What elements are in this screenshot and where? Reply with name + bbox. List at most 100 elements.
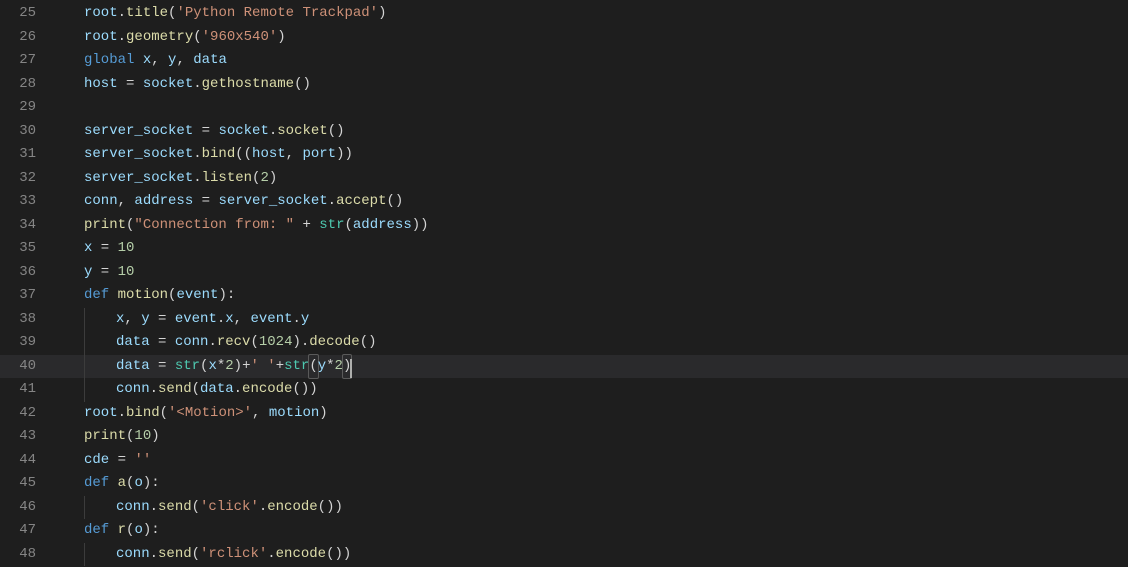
code-line[interactable]: 40data = str(x*2)+' '+str(y*2)	[0, 355, 1128, 379]
code-line[interactable]: 42root.bind('<Motion>', motion)	[0, 402, 1128, 426]
code-token: )+	[234, 355, 251, 379]
code-content[interactable]: conn.send('click'.encode())	[54, 496, 1128, 520]
code-token: ):	[143, 472, 160, 496]
code-content[interactable]: def motion(event):	[54, 284, 1128, 308]
code-line[interactable]: 34print("Connection from: " + str(addres…	[0, 214, 1128, 238]
code-content[interactable]: conn.send(data.encode())	[54, 378, 1128, 402]
code-line[interactable]: 38x, y = event.x, event.y	[0, 308, 1128, 332]
code-content[interactable]: server_socket.bind((host, port))	[54, 143, 1128, 167]
code-token: send	[158, 378, 192, 402]
code-content[interactable]: host = socket.gethostname()	[54, 73, 1128, 97]
code-content[interactable]: server_socket.listen(2)	[54, 167, 1128, 191]
code-token: )	[151, 425, 159, 449]
code-content[interactable]: conn, address = server_socket.accept()	[54, 190, 1128, 214]
code-token: address	[353, 214, 412, 238]
code-token: bind	[126, 402, 160, 426]
code-line[interactable]: 31server_socket.bind((host, port))	[0, 143, 1128, 167]
code-token: 2	[335, 355, 343, 379]
code-line[interactable]: 35x = 10	[0, 237, 1128, 261]
code-token: 'rclick'	[200, 543, 267, 567]
code-token: motion	[269, 402, 319, 426]
code-token: =	[193, 190, 218, 214]
code-line[interactable]: 43print(10)	[0, 425, 1128, 449]
code-token: .	[328, 190, 336, 214]
code-token: conn	[175, 331, 209, 355]
code-line[interactable]: 32server_socket.listen(2)	[0, 167, 1128, 191]
code-token: event	[250, 308, 292, 332]
code-content[interactable]: data = conn.recv(1024).decode()	[54, 331, 1128, 355]
code-token: ,	[286, 143, 303, 167]
code-content[interactable]: conn.send('rclick'.encode())	[54, 543, 1128, 567]
code-token: ()	[387, 190, 404, 214]
code-line[interactable]: 26root.geometry('960x540')	[0, 26, 1128, 50]
code-token: event	[176, 284, 218, 308]
text-cursor	[350, 359, 352, 378]
code-token: port	[302, 143, 336, 167]
code-line[interactable]: 28host = socket.gethostname()	[0, 73, 1128, 97]
code-content[interactable]: y = 10	[54, 261, 1128, 285]
code-line[interactable]: 29	[0, 96, 1128, 120]
code-line[interactable]: 46conn.send('click'.encode())	[0, 496, 1128, 520]
code-token: ''	[134, 449, 151, 473]
code-token: root	[84, 2, 118, 26]
code-content[interactable]: print("Connection from: " + str(address)…	[54, 214, 1128, 238]
line-number: 31	[0, 143, 54, 167]
code-token: (	[126, 214, 134, 238]
line-number: 30	[0, 120, 54, 144]
code-token	[134, 49, 142, 73]
code-content[interactable]: root.title('Python Remote Trackpad')	[54, 2, 1128, 26]
code-token: +	[276, 355, 284, 379]
code-editor[interactable]: 25root.title('Python Remote Trackpad')26…	[0, 0, 1128, 567]
code-line[interactable]: 41conn.send(data.encode())	[0, 378, 1128, 402]
code-line[interactable]: 45def a(o):	[0, 472, 1128, 496]
code-content[interactable]: def r(o):	[54, 519, 1128, 543]
code-content[interactable]: data = str(x*2)+' '+str(y*2)	[54, 355, 1128, 379]
code-line[interactable]: 39data = conn.recv(1024).decode()	[0, 331, 1128, 355]
code-token	[109, 284, 117, 308]
code-token: listen	[202, 167, 252, 191]
code-token: 10	[134, 425, 151, 449]
line-number: 48	[0, 543, 54, 567]
code-content[interactable]: x = 10	[54, 237, 1128, 261]
line-number: 37	[0, 284, 54, 308]
code-line[interactable]: 37def motion(event):	[0, 284, 1128, 308]
code-line[interactable]: 48conn.send('rclick'.encode())	[0, 543, 1128, 567]
code-content[interactable]: x, y = event.x, event.y	[54, 308, 1128, 332]
code-token: (	[126, 425, 134, 449]
code-content[interactable]: def a(o):	[54, 472, 1128, 496]
code-token: ,	[234, 308, 251, 332]
code-token: (	[192, 378, 200, 402]
code-content[interactable]: server_socket = socket.socket()	[54, 120, 1128, 144]
code-content[interactable]: global x, y, data	[54, 49, 1128, 73]
code-token: o	[134, 519, 142, 543]
code-token: encode	[242, 378, 292, 402]
code-token: =	[92, 237, 117, 261]
code-token: .	[259, 496, 267, 520]
indent-guide	[84, 308, 85, 332]
code-content[interactable]: print(10)	[54, 425, 1128, 449]
code-line[interactable]: 36y = 10	[0, 261, 1128, 285]
code-line[interactable]: 30server_socket = socket.socket()	[0, 120, 1128, 144]
code-line[interactable]: 25root.title('Python Remote Trackpad')	[0, 2, 1128, 26]
code-token: .	[118, 402, 126, 426]
code-token: send	[158, 496, 192, 520]
code-content[interactable]: root.geometry('960x540')	[54, 26, 1128, 50]
code-token: ' '	[250, 355, 275, 379]
code-token: y	[301, 308, 309, 332]
code-token: ((	[235, 143, 252, 167]
code-token: address	[134, 190, 193, 214]
code-token: .	[267, 543, 275, 567]
code-content[interactable]: root.bind('<Motion>', motion)	[54, 402, 1128, 426]
code-token: (	[193, 26, 201, 50]
code-content[interactable]: cde = ''	[54, 449, 1128, 473]
code-line[interactable]: 33conn, address = server_socket.accept()	[0, 190, 1128, 214]
line-number: 26	[0, 26, 54, 50]
code-line[interactable]: 27global x, y, data	[0, 49, 1128, 73]
line-number: 38	[0, 308, 54, 332]
line-number: 27	[0, 49, 54, 73]
code-token: print	[84, 425, 126, 449]
code-line[interactable]: 44cde = ''	[0, 449, 1128, 473]
code-line[interactable]: 47def r(o):	[0, 519, 1128, 543]
code-token: ).	[292, 331, 309, 355]
code-token: (	[192, 543, 200, 567]
